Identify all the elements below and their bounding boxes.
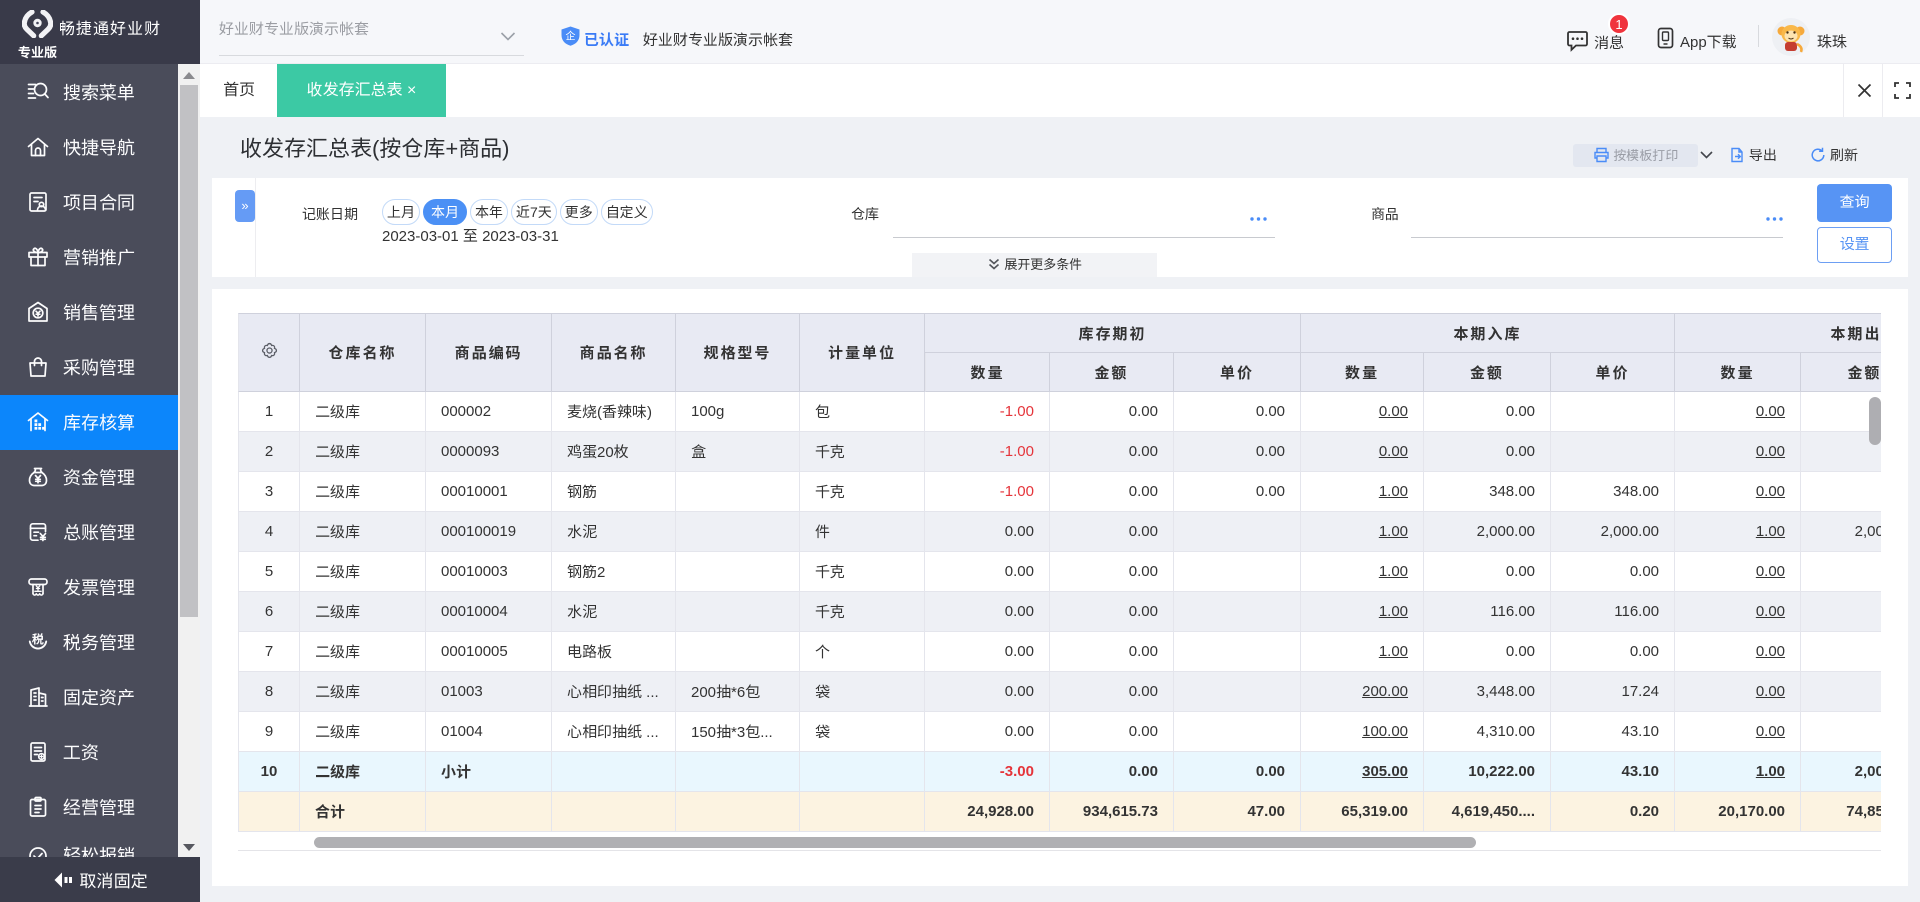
svg-text:企: 企 — [566, 28, 576, 43]
svg-text:税: 税 — [31, 631, 44, 648]
